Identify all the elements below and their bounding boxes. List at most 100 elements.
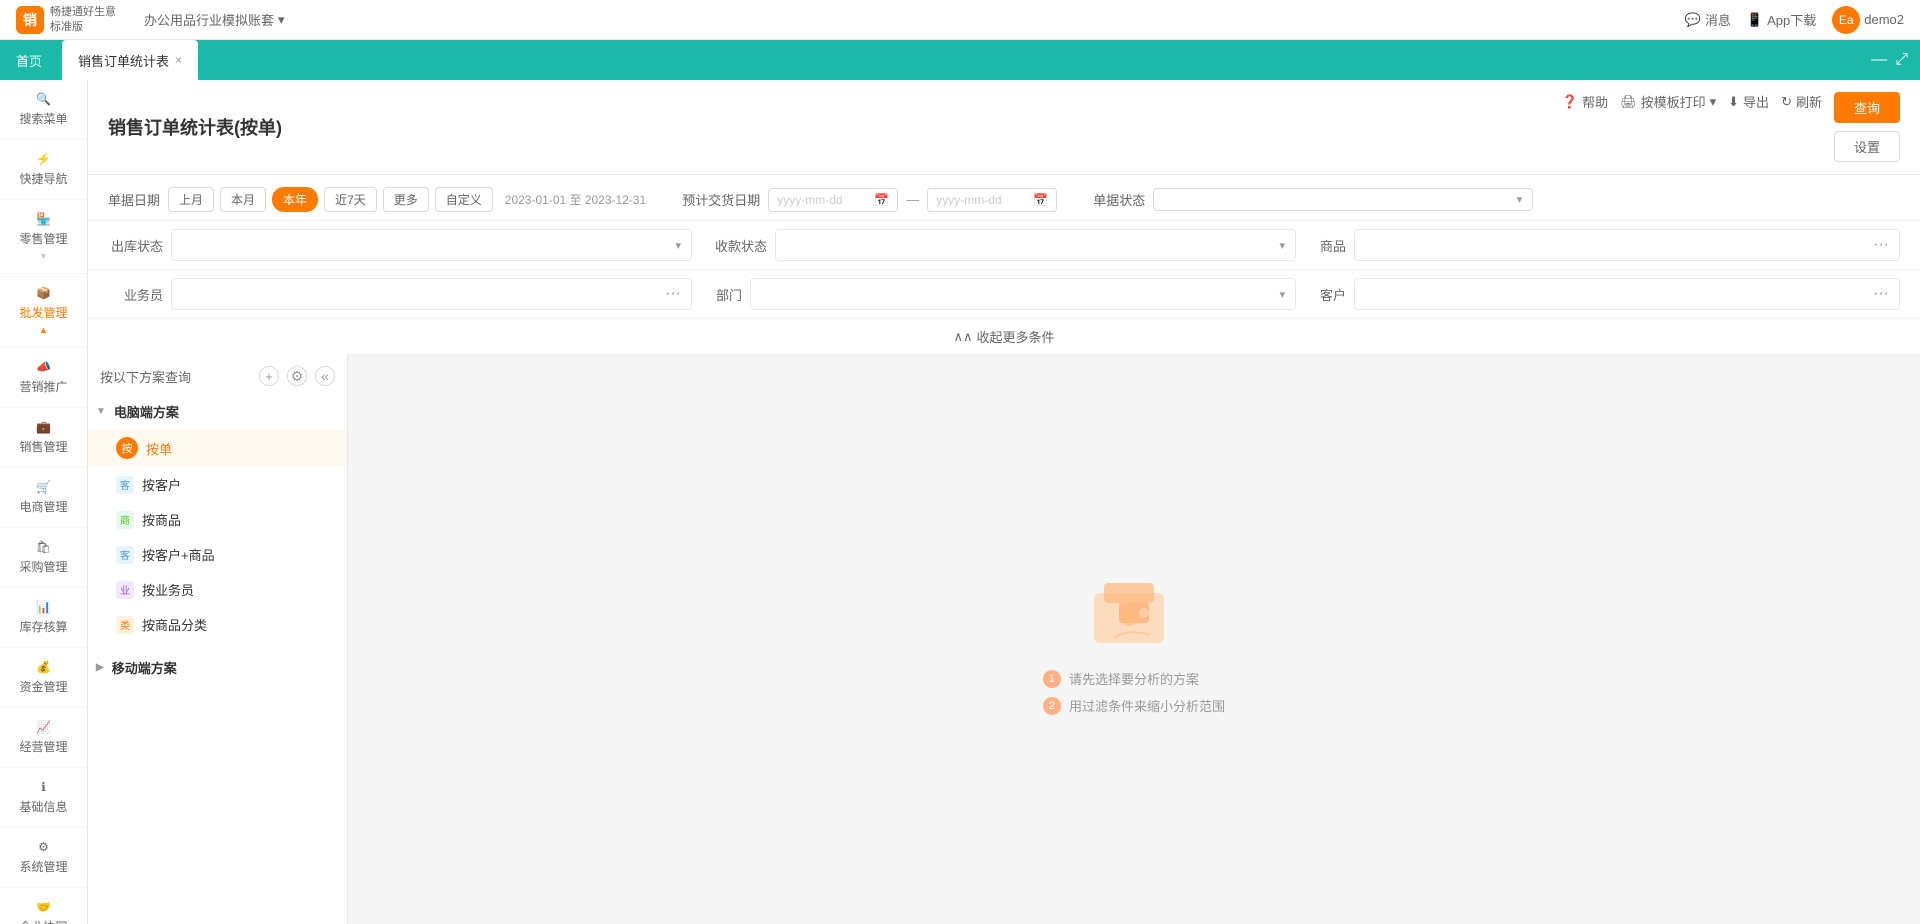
- tree-group-mobile[interactable]: ▶ 移动端方案: [88, 650, 347, 685]
- left-panel: 按以下方案查询 + ⚙ « ▼ 电脑端方案 按 按单: [88, 354, 348, 924]
- sidebar-item-finance[interactable]: 💰 资金管理: [0, 648, 87, 708]
- sidebar-item-enterprise[interactable]: 🤝 企业协同: [0, 888, 87, 924]
- system-icon: ⚙: [38, 840, 49, 854]
- customer-dots-icon: ···: [1873, 285, 1889, 303]
- sidebar: 🔍 搜索菜单 ⚡ 快捷导航 🏪 零售管理 ▼ 📦 批发管理 ▲ 📣 营销推广 💼…: [0, 80, 88, 924]
- message-button[interactable]: 💬 消息: [1685, 10, 1731, 29]
- tree-item-by-customer[interactable]: 客 按客户: [88, 467, 347, 502]
- tree-group-pc[interactable]: ▼ 电脑端方案: [88, 394, 347, 429]
- split-layout: 按以下方案查询 + ⚙ « ▼ 电脑端方案 按 按单: [88, 354, 1920, 924]
- sidebar-item-purchase[interactable]: 🛍 采购管理: [0, 528, 87, 588]
- status-select[interactable]: ▾: [1153, 188, 1533, 211]
- date-btn-custom[interactable]: 自定义: [435, 187, 493, 212]
- sales-icon: 💼: [36, 420, 51, 434]
- collapse-row: ∧∧ 收起更多条件: [88, 319, 1920, 354]
- user-menu[interactable]: Ea demo2: [1832, 6, 1904, 34]
- tip-num-2: 2: [1043, 697, 1061, 715]
- dept-select[interactable]: ▾: [750, 278, 1296, 310]
- by-order-icon: 按: [116, 437, 138, 459]
- date-btn-this-month[interactable]: 本月: [220, 187, 266, 212]
- refresh-button[interactable]: ↻ 刷新: [1781, 92, 1822, 111]
- retail-icon: 🏪: [36, 212, 51, 226]
- left-panel-add-icon[interactable]: +: [259, 366, 279, 386]
- sidebar-item-sales[interactable]: 💼 销售管理: [0, 408, 87, 468]
- date-btn-7days[interactable]: 近7天: [324, 187, 377, 212]
- sidebar-item-system[interactable]: ⚙ 系统管理: [0, 828, 87, 888]
- content-area: 销售订单统计表(按单) ❓ 帮助 🖨 按模板打印 ▾ ⬇: [88, 80, 1920, 924]
- salesperson-input[interactable]: ···: [171, 278, 692, 310]
- main-layout: 🔍 搜索菜单 ⚡ 快捷导航 🏪 零售管理 ▼ 📦 批发管理 ▲ 📣 营销推广 💼…: [0, 80, 1920, 924]
- help-icon: ❓: [1562, 94, 1578, 110]
- minimize-icon[interactable]: —: [1871, 51, 1887, 69]
- tree-item-by-goods[interactable]: 商 按商品: [88, 502, 347, 537]
- message-icon: 💬: [1685, 12, 1701, 28]
- sidebar-item-operation[interactable]: 📈 经营管理: [0, 708, 87, 768]
- salesperson-label: 业务员: [108, 285, 163, 304]
- purchase-icon: 🛍: [36, 540, 51, 554]
- help-button[interactable]: ❓ 帮助: [1562, 92, 1608, 111]
- sidebar-item-ecommerce[interactable]: 🛒 电商管理: [0, 468, 87, 528]
- sidebar-item-basic[interactable]: ℹ 基础信息: [0, 768, 87, 828]
- tree-item-by-customer-goods[interactable]: 客 按客户+商品: [88, 537, 347, 572]
- marketing-icon: 📣: [36, 360, 51, 374]
- top-bar-left: 销 畅捷通好生意 标准版 办公用品行业模拟账套 ▾: [16, 5, 285, 34]
- maximize-icon[interactable]: ⤢: [1895, 51, 1908, 69]
- expected-date-start-input[interactable]: yyyy-mm-dd 📅: [768, 188, 898, 212]
- date-btn-last-month[interactable]: 上月: [168, 187, 214, 212]
- empty-tips: 1 请先选择要分析的方案 2 用过滤条件来缩小分析范围: [1043, 669, 1225, 715]
- empty-illustration: [1074, 563, 1194, 653]
- search-menu-icon: 🔍: [36, 92, 51, 106]
- tree-item-by-salesperson[interactable]: 业 按业务员: [88, 572, 347, 607]
- print-icon: 🖨: [1620, 94, 1637, 110]
- goods-dots-icon: ···: [1873, 236, 1889, 254]
- filter-section: 单据日期 上月 本月 本年 近7天 更多 自定义 2023-01-01 至 20…: [88, 175, 1920, 354]
- biz-dropdown-icon: ▾: [278, 12, 285, 28]
- export-button[interactable]: ⬇ 导出: [1728, 92, 1769, 111]
- out-status-select[interactable]: ▾: [171, 229, 692, 261]
- enterprise-icon: 🤝: [36, 900, 51, 914]
- salesperson-filter: 业务员 ···: [108, 278, 692, 310]
- expected-date-end-input[interactable]: yyyy-mm-dd 📅: [927, 188, 1057, 212]
- date-separator: —: [906, 192, 919, 207]
- date-label: 单据日期: [108, 190, 160, 209]
- filter-row-2: 出库状态 ▾ 收款状态 ▾ 商品: [88, 221, 1920, 270]
- left-panel-collapse-icon[interactable]: «: [315, 366, 335, 386]
- expected-date-label: 预计交货日期: [682, 190, 760, 209]
- tab-home[interactable]: 首页: [0, 40, 58, 80]
- date-btn-more[interactable]: 更多: [383, 187, 429, 212]
- payment-status-select[interactable]: ▾: [775, 229, 1296, 261]
- top-bar-right: 💬 消息 📱 App下载 Ea demo2: [1685, 6, 1904, 34]
- date-range-text: 2023-01-01 至 2023-12-31: [505, 191, 646, 208]
- goods-label: 商品: [1316, 236, 1346, 255]
- sidebar-item-search-menu[interactable]: 🔍 搜索菜单: [0, 80, 87, 140]
- sidebar-item-inventory[interactable]: 📊 库存核算: [0, 588, 87, 648]
- tree-item-by-goods-category[interactable]: 类 按商品分类: [88, 607, 347, 642]
- left-panel-settings-icon[interactable]: ⚙: [287, 366, 307, 386]
- sidebar-item-quick-nav[interactable]: ⚡ 快捷导航: [0, 140, 87, 200]
- tab-close-icon[interactable]: ×: [175, 53, 182, 67]
- by-goods-category-icon: 类: [116, 616, 134, 634]
- collapse-icon: ∧∧: [953, 329, 972, 345]
- out-status-filter: 出库状态 ▾: [108, 229, 692, 261]
- dept-filter: 部门 ▾: [712, 278, 1296, 310]
- goods-input[interactable]: ···: [1354, 229, 1900, 261]
- tab-sales-order-stats[interactable]: 销售订单统计表 ×: [62, 40, 198, 80]
- page-header: 销售订单统计表(按单) ❓ 帮助 🖨 按模板打印 ▾ ⬇: [88, 80, 1920, 175]
- customer-input[interactable]: ···: [1354, 278, 1900, 310]
- date-btn-this-year[interactable]: 本年: [272, 187, 318, 212]
- filter-row-3: 业务员 ··· 部门 ▾ 客户 ···: [88, 270, 1920, 319]
- query-button[interactable]: 查询: [1834, 92, 1900, 123]
- sidebar-item-retail[interactable]: 🏪 零售管理 ▼: [0, 200, 87, 274]
- sidebar-item-wholesale[interactable]: 📦 批发管理 ▲: [0, 274, 87, 348]
- out-status-caret-icon: ▾: [675, 239, 681, 252]
- biz-selector[interactable]: 办公用品行业模拟账套 ▾: [144, 10, 285, 29]
- print-button[interactable]: 🖨 按模板打印 ▾: [1620, 92, 1716, 111]
- sidebar-item-marketing[interactable]: 📣 营销推广: [0, 348, 87, 408]
- tab-bar: 首页 销售订单统计表 × — ⤢: [0, 40, 1920, 80]
- collapse-button[interactable]: ∧∧ 收起更多条件: [953, 327, 1054, 346]
- query-action-group: 查询 设置: [1834, 92, 1900, 162]
- basic-icon: ℹ: [41, 780, 46, 794]
- app-download-button[interactable]: 📱 App下载: [1747, 10, 1816, 29]
- settings-button[interactable]: 设置: [1834, 131, 1900, 162]
- tree-item-by-order[interactable]: 按 按单: [88, 429, 347, 467]
